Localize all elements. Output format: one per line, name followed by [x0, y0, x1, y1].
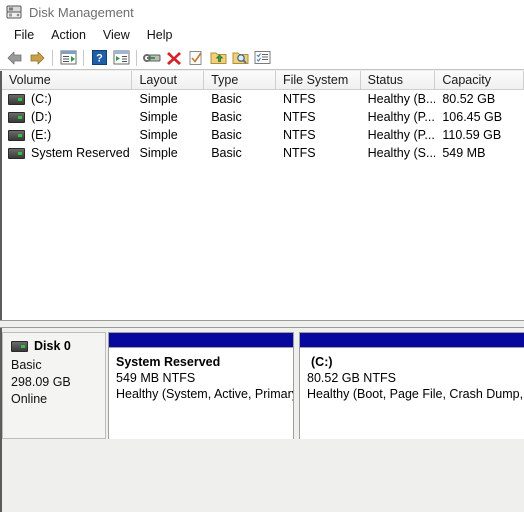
back-icon[interactable]	[4, 47, 26, 69]
disk-row: Disk 0 Basic 298.09 GB Online System Res…	[2, 332, 524, 439]
table-row[interactable]: System Reserved Simple Basic NTFS Health…	[2, 144, 524, 162]
cell-file-system: NTFS	[282, 92, 316, 106]
cell-type: Basic	[211, 128, 242, 142]
cell-layout: Simple	[139, 146, 178, 160]
partition-details: System Reserved 549 MB NTFS Healthy (Sys…	[109, 348, 293, 439]
toolbar: ?	[0, 46, 524, 70]
column-header-file-system[interactable]: File System	[275, 71, 361, 89]
partition-details: (C:) 80.52 GB NTFS Healthy (Boot, Page F…	[300, 348, 524, 439]
cell-layout: Simple	[139, 92, 178, 106]
table-row[interactable]: (C:) Simple Basic NTFS Healthy (B... 80.…	[2, 90, 524, 108]
cell-capacity: 110.59 GB	[442, 128, 502, 142]
cell-status: Healthy (P...	[367, 128, 435, 142]
cell-volume: (D:)	[2, 108, 132, 126]
cell-status: Healthy (P...	[367, 110, 435, 124]
volume-drive-icon	[8, 93, 25, 105]
cell-volume-label: (D:)	[31, 110, 52, 124]
cell-layout: Simple	[139, 110, 178, 124]
cell-type: Basic	[211, 92, 242, 106]
search-folder-icon[interactable]	[229, 47, 251, 69]
partition-color-bar	[109, 333, 293, 348]
graphical-view-pane: Disk 0 Basic 298.09 GB Online System Res…	[0, 328, 524, 512]
cell-volume-label: (E:)	[31, 128, 52, 142]
show-action-pane-icon[interactable]	[110, 47, 132, 69]
volume-drive-icon	[8, 111, 25, 123]
pane-splitter[interactable]	[0, 320, 524, 328]
toolbar-separator-3	[136, 49, 137, 66]
window-title: Disk Management	[29, 4, 134, 20]
menu-item-view[interactable]: View	[95, 26, 139, 44]
cell-volume-label: System Reserved	[31, 146, 130, 160]
disk-type: Basic	[11, 358, 42, 372]
title-bar: Disk Management	[0, 0, 524, 24]
partition-strip: System Reserved 549 MB NTFS Healthy (Sys…	[106, 332, 524, 439]
cell-volume: System Reserved	[2, 144, 132, 162]
volume-drive-icon	[8, 129, 25, 141]
volume-list-header: Volume Layout Type File System Status Ca…	[2, 71, 524, 90]
disk-info-panel[interactable]: Disk 0 Basic 298.09 GB Online	[2, 332, 106, 439]
cell-layout: Simple	[139, 128, 178, 142]
cell-file-system: NTFS	[282, 110, 316, 124]
menu-item-file[interactable]: File	[6, 26, 43, 44]
column-header-volume[interactable]: Volume	[2, 71, 133, 89]
show-console-tree-icon[interactable]	[57, 47, 79, 69]
upload-folder-icon[interactable]	[207, 47, 229, 69]
cell-volume: (C:)	[2, 90, 132, 108]
svg-text:?: ?	[96, 53, 103, 65]
cell-file-system: NTFS	[282, 128, 316, 142]
cell-type: Basic	[211, 110, 242, 124]
column-header-status[interactable]: Status	[360, 71, 436, 89]
toolbar-separator-1	[52, 49, 53, 66]
cell-file-system: NTFS	[282, 146, 316, 160]
partition-name: (C:)	[311, 355, 333, 369]
disk-state: Online	[11, 392, 48, 406]
check-icon[interactable]	[185, 47, 207, 69]
cell-volume-label: (C:)	[31, 92, 52, 106]
partition-color-bar	[300, 333, 524, 348]
cell-capacity: 549 MB	[442, 146, 486, 160]
partition-status: Healthy (Boot, Page File, Crash Dump, Pr…	[307, 387, 524, 401]
column-header-layout[interactable]: Layout	[132, 71, 205, 89]
disk-title: Disk 0	[11, 339, 105, 353]
partition-system-reserved[interactable]: System Reserved 549 MB NTFS Healthy (Sys…	[108, 332, 294, 439]
disk-drive-icon	[6, 4, 22, 20]
partition-size-fs: 549 MB NTFS	[116, 371, 196, 385]
column-header-capacity[interactable]: Capacity	[435, 71, 524, 89]
disk-properties-icon[interactable]	[141, 47, 163, 69]
list-properties-icon[interactable]	[251, 47, 273, 69]
forward-icon[interactable]	[26, 47, 48, 69]
partition-name: System Reserved	[116, 355, 221, 369]
table-row[interactable]: (E:) Simple Basic NTFS Healthy (P... 110…	[2, 126, 524, 144]
disk-name: Disk 0	[34, 339, 71, 353]
column-header-type[interactable]: Type	[204, 71, 276, 89]
partition-c-drive[interactable]: (C:) 80.52 GB NTFS Healthy (Boot, Page F…	[299, 332, 524, 439]
menu-item-help[interactable]: Help	[139, 26, 182, 44]
toolbar-separator-2	[83, 49, 84, 66]
cell-volume: (E:)	[2, 126, 132, 144]
cell-status: Healthy (B...	[367, 92, 436, 106]
cell-type: Basic	[211, 146, 242, 160]
delete-icon[interactable]	[163, 47, 185, 69]
cell-status: Healthy (S...	[367, 146, 436, 160]
volume-list-body: (C:) Simple Basic NTFS Healthy (B... 80.…	[2, 90, 524, 162]
table-row[interactable]: (D:) Simple Basic NTFS Healthy (P... 106…	[2, 108, 524, 126]
cell-capacity: 80.52 GB	[442, 92, 496, 106]
menu-bar: File Action View Help	[0, 24, 524, 46]
disk-drive-icon	[11, 340, 28, 352]
partition-status: Healthy (System, Active, Primary I	[116, 387, 293, 401]
partition-size-fs: 80.52 GB NTFS	[307, 371, 396, 385]
volume-list-pane: Volume Layout Type File System Status Ca…	[0, 71, 524, 320]
disk-size: 298.09 GB	[11, 375, 71, 389]
menu-item-action[interactable]: Action	[43, 26, 95, 44]
cell-capacity: 106.45 GB	[442, 110, 503, 124]
volume-drive-icon	[8, 147, 25, 159]
help-icon[interactable]: ?	[88, 47, 110, 69]
